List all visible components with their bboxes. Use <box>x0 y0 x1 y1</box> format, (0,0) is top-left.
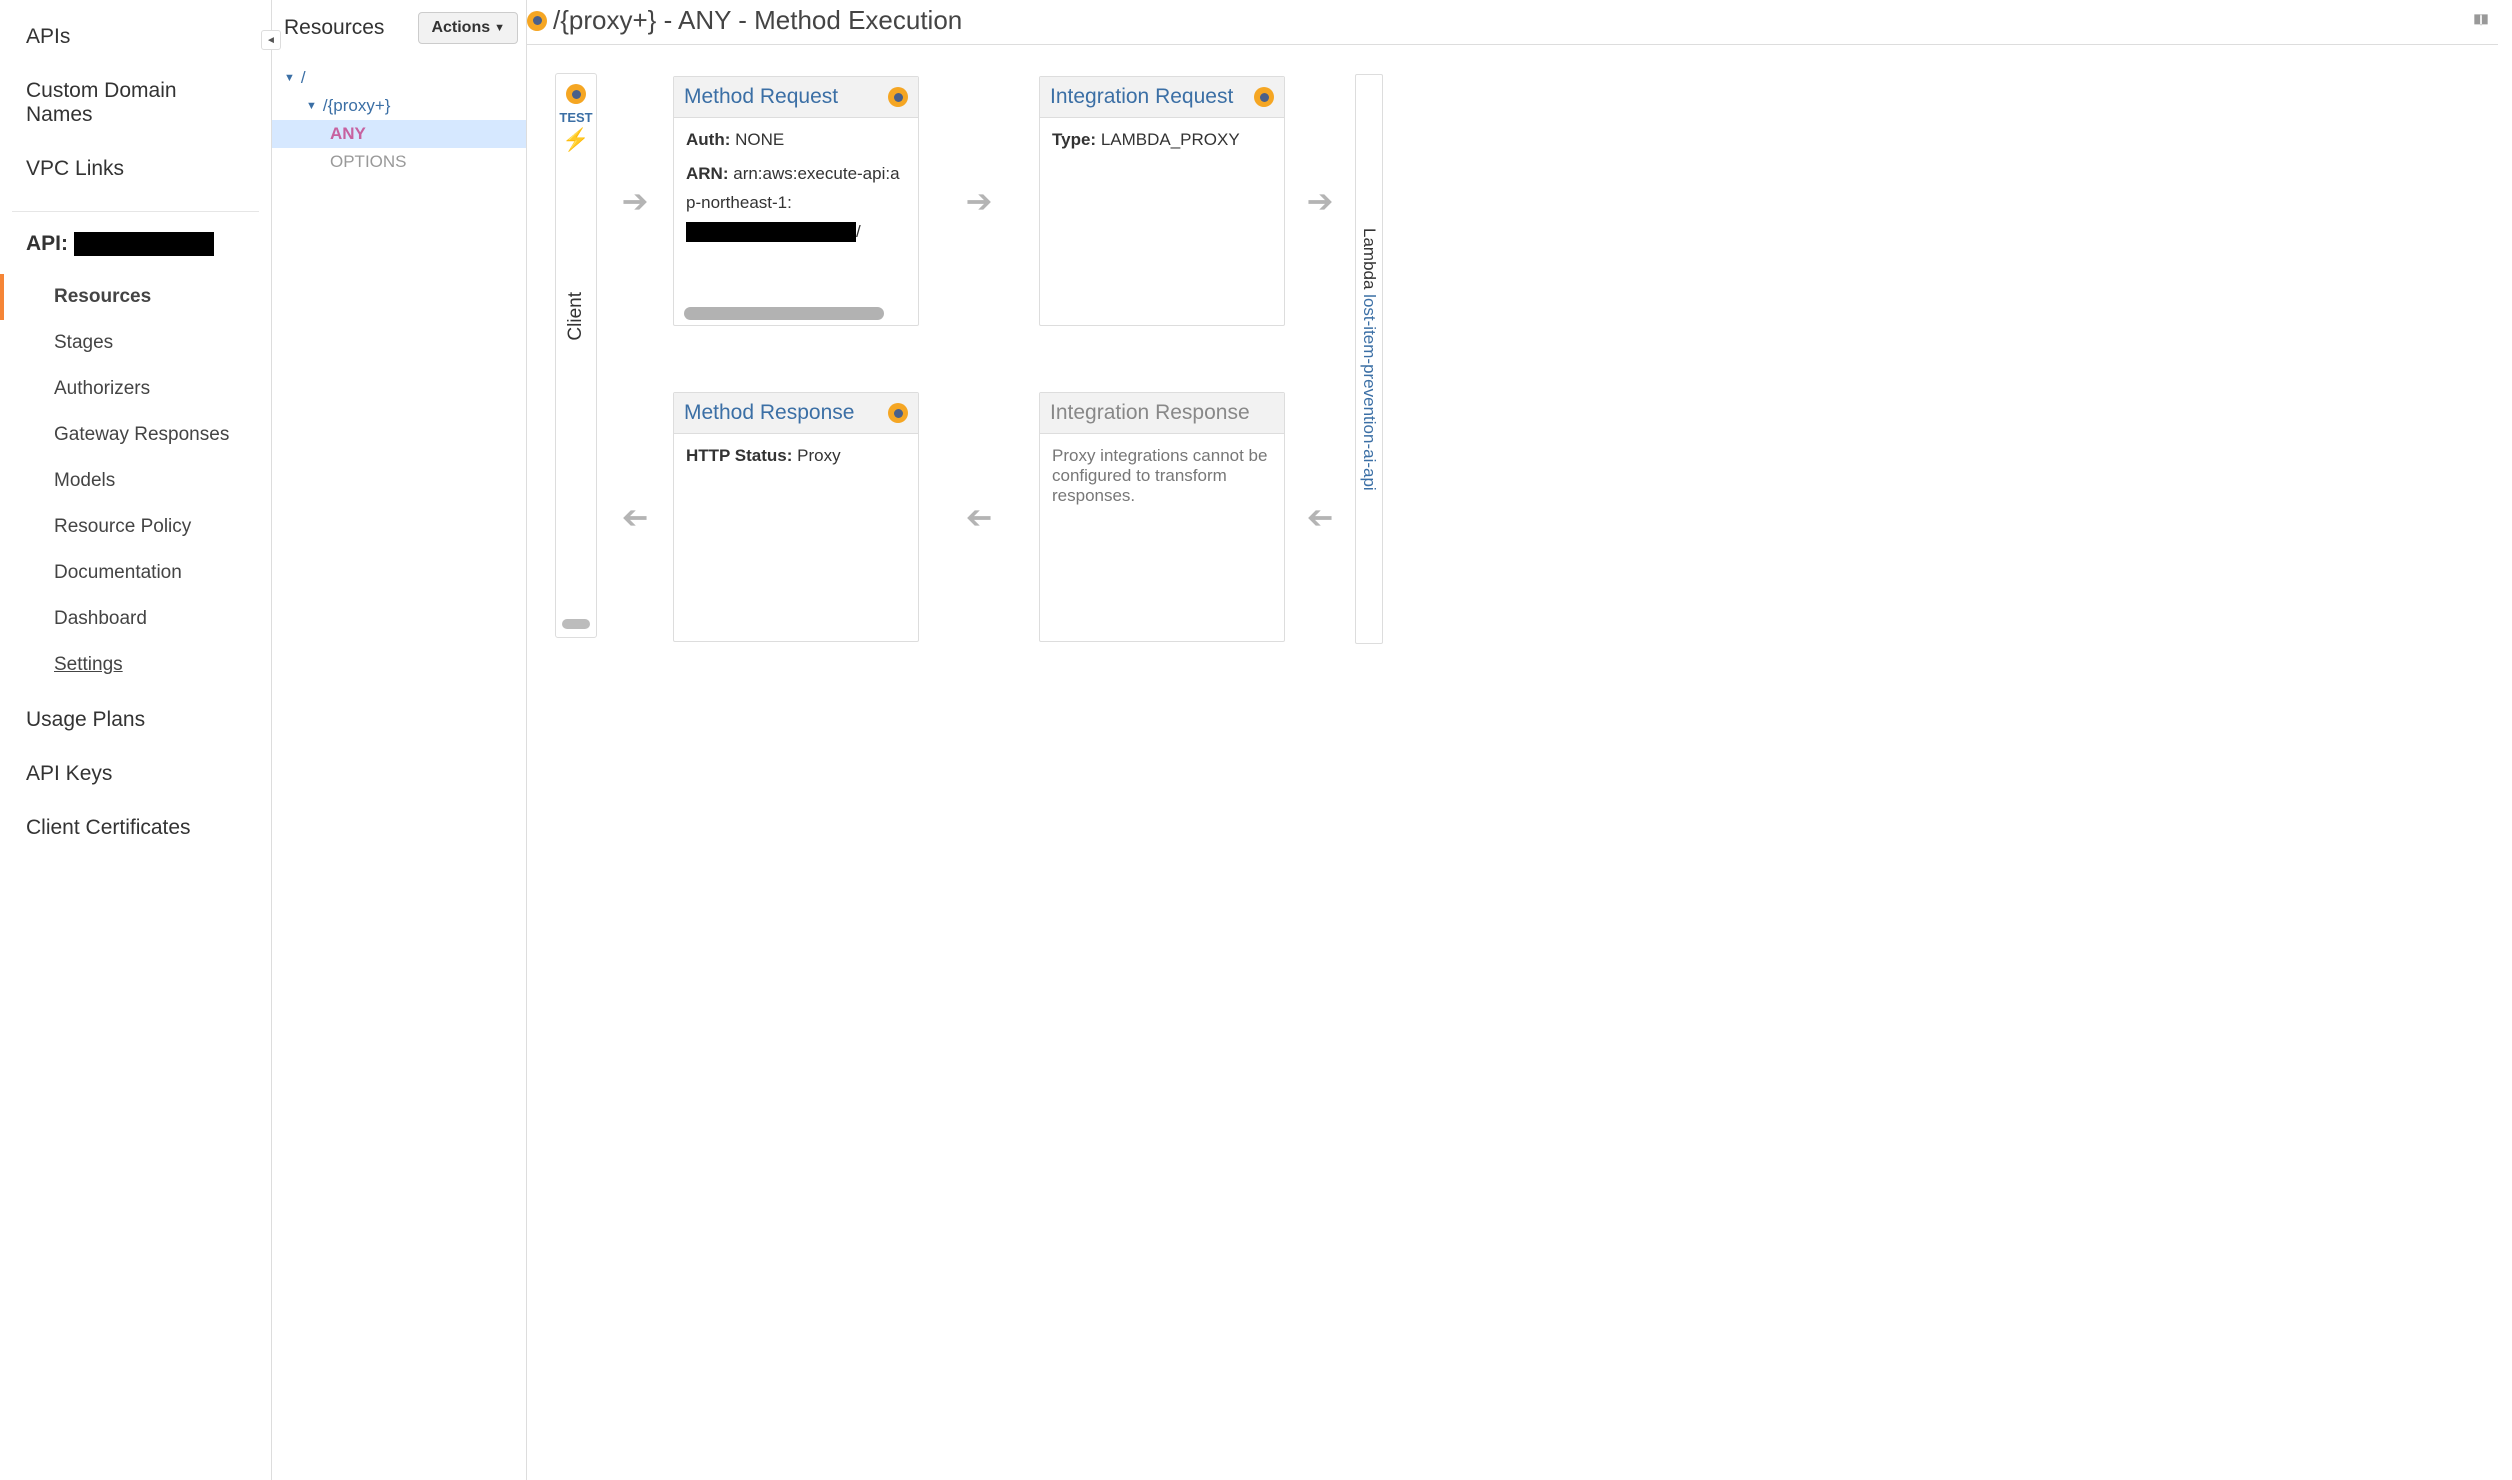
actions-button[interactable]: Actions ▼ <box>418 12 518 44</box>
method-request-link[interactable]: Method Request <box>684 85 838 109</box>
api-label: API: <box>26 232 68 256</box>
tree-any-label: ANY <box>330 124 366 144</box>
client-label: Client <box>565 292 587 341</box>
lambda-function-link[interactable]: lost-item-prevention-ai-api <box>1360 294 1379 491</box>
api-name-redacted <box>74 232 214 256</box>
auth-label: Auth: <box>686 130 730 149</box>
tree-root-label: / <box>301 68 306 88</box>
test-link[interactable]: TEST <box>559 110 592 125</box>
subnav-resource-policy[interactable]: Resource Policy <box>0 504 271 550</box>
subnav-documentation[interactable]: Documentation <box>0 550 271 596</box>
card-scrollbar[interactable] <box>684 307 884 320</box>
nav-client-certificates[interactable]: Client Certificates <box>0 801 271 855</box>
arrow-left-icon: ➔ <box>919 498 1039 536</box>
nav-apis[interactable]: APIs <box>0 10 271 64</box>
breadcrumb: /{proxy+} - ANY - Method Execution <box>527 5 962 36</box>
collapse-sidebar-button[interactable]: ◄ <box>261 30 281 50</box>
arrow-right-icon: ➔ <box>1285 182 1355 220</box>
nav-usage-plans[interactable]: Usage Plans <box>0 688 271 747</box>
tree-node-proxy[interactable]: ▼ /{proxy+} <box>272 92 526 120</box>
caret-down-icon: ▼ <box>306 100 317 112</box>
nav-vpc-links[interactable]: VPC Links <box>0 142 271 196</box>
arrow-left-icon: ➔ <box>597 498 673 536</box>
type-label: Type: <box>1052 130 1096 149</box>
subnav-resources[interactable]: Resources <box>0 274 271 320</box>
subnav-authorizers[interactable]: Authorizers <box>0 366 271 412</box>
method-response-card: Method Response HTTP Status: Proxy <box>673 392 919 642</box>
tree-options-label: OPTIONS <box>330 152 407 172</box>
api-sub-nav: Resources Stages Authorizers Gateway Res… <box>0 274 271 688</box>
breadcrumb-text: /{proxy+} - ANY - Method Execution <box>553 5 962 36</box>
integration-response-card: Integration Response Proxy integrations … <box>1039 392 1285 642</box>
nav-custom-domain-names[interactable]: Custom Domain Names <box>0 64 271 142</box>
http-status-value: Proxy <box>797 446 840 465</box>
integration-response-body: Proxy integrations cannot be configured … <box>1052 446 1267 505</box>
subnav-models[interactable]: Models <box>0 458 271 504</box>
integration-request-link[interactable]: Integration Request <box>1050 85 1233 109</box>
resources-column: Resources Actions ▼ ▼ / ▼ /{proxy+} ANY … <box>272 0 527 1480</box>
info-dot-icon[interactable] <box>566 84 586 104</box>
arn-suffix: / <box>856 222 861 241</box>
resources-tree: ▼ / ▼ /{proxy+} ANY OPTIONS <box>272 56 526 176</box>
arn-label: ARN: <box>686 164 729 183</box>
info-dot-icon[interactable] <box>1254 87 1274 107</box>
info-dot-icon[interactable] <box>888 87 908 107</box>
client-column: TEST ⚡ Client <box>555 73 597 638</box>
subnav-gateway-responses[interactable]: Gateway Responses <box>0 412 271 458</box>
subnav-dashboard[interactable]: Dashboard <box>0 596 271 642</box>
client-scrollbar[interactable] <box>562 619 590 629</box>
actions-label: Actions <box>431 19 490 37</box>
api-heading: API: <box>0 232 271 274</box>
main-panel: /{proxy+} - ANY - Method Execution TEST … <box>527 0 2512 1480</box>
resources-title: Resources <box>284 16 384 40</box>
integration-request-card: Integration Request Type: LAMBDA_PROXY <box>1039 76 1285 326</box>
bolt-icon: ⚡ <box>562 127 589 153</box>
arrow-left-icon: ➔ <box>1285 498 1355 536</box>
caret-down-icon: ▼ <box>284 72 295 84</box>
method-request-card: Method Request Auth: NONE ARN: arn:aws:e… <box>673 76 919 326</box>
subnav-stages[interactable]: Stages <box>0 320 271 366</box>
arrow-right-icon: ➔ <box>597 182 673 220</box>
method-response-link[interactable]: Method Response <box>684 401 854 425</box>
auth-value: NONE <box>735 130 784 149</box>
info-dot-icon[interactable] <box>888 403 908 423</box>
arrow-right-icon: ➔ <box>919 182 1039 220</box>
lambda-prefix: Lambda <box>1360 228 1379 294</box>
tree-node-any[interactable]: ANY <box>272 120 526 148</box>
type-value: LAMBDA_PROXY <box>1101 130 1240 149</box>
tree-node-options[interactable]: OPTIONS <box>272 148 526 176</box>
http-status-label: HTTP Status: <box>686 446 792 465</box>
tree-proxy-label: /{proxy+} <box>323 96 391 116</box>
caret-down-icon: ▼ <box>494 22 505 34</box>
left-sidebar: ◄ APIs Custom Domain Names VPC Links API… <box>0 0 272 1480</box>
subnav-settings[interactable]: Settings <box>0 642 271 688</box>
info-dot-icon[interactable] <box>527 11 547 31</box>
nav-api-keys[interactable]: API Keys <box>0 747 271 801</box>
integration-response-title: Integration Response <box>1050 401 1250 425</box>
sidebar-divider <box>12 211 259 212</box>
tree-node-root[interactable]: ▼ / <box>272 64 526 92</box>
arn-redacted <box>686 222 856 242</box>
lambda-column: Lambda lost-item-prevention-ai-api <box>1355 74 1383 644</box>
book-icon[interactable] <box>2470 11 2492 31</box>
